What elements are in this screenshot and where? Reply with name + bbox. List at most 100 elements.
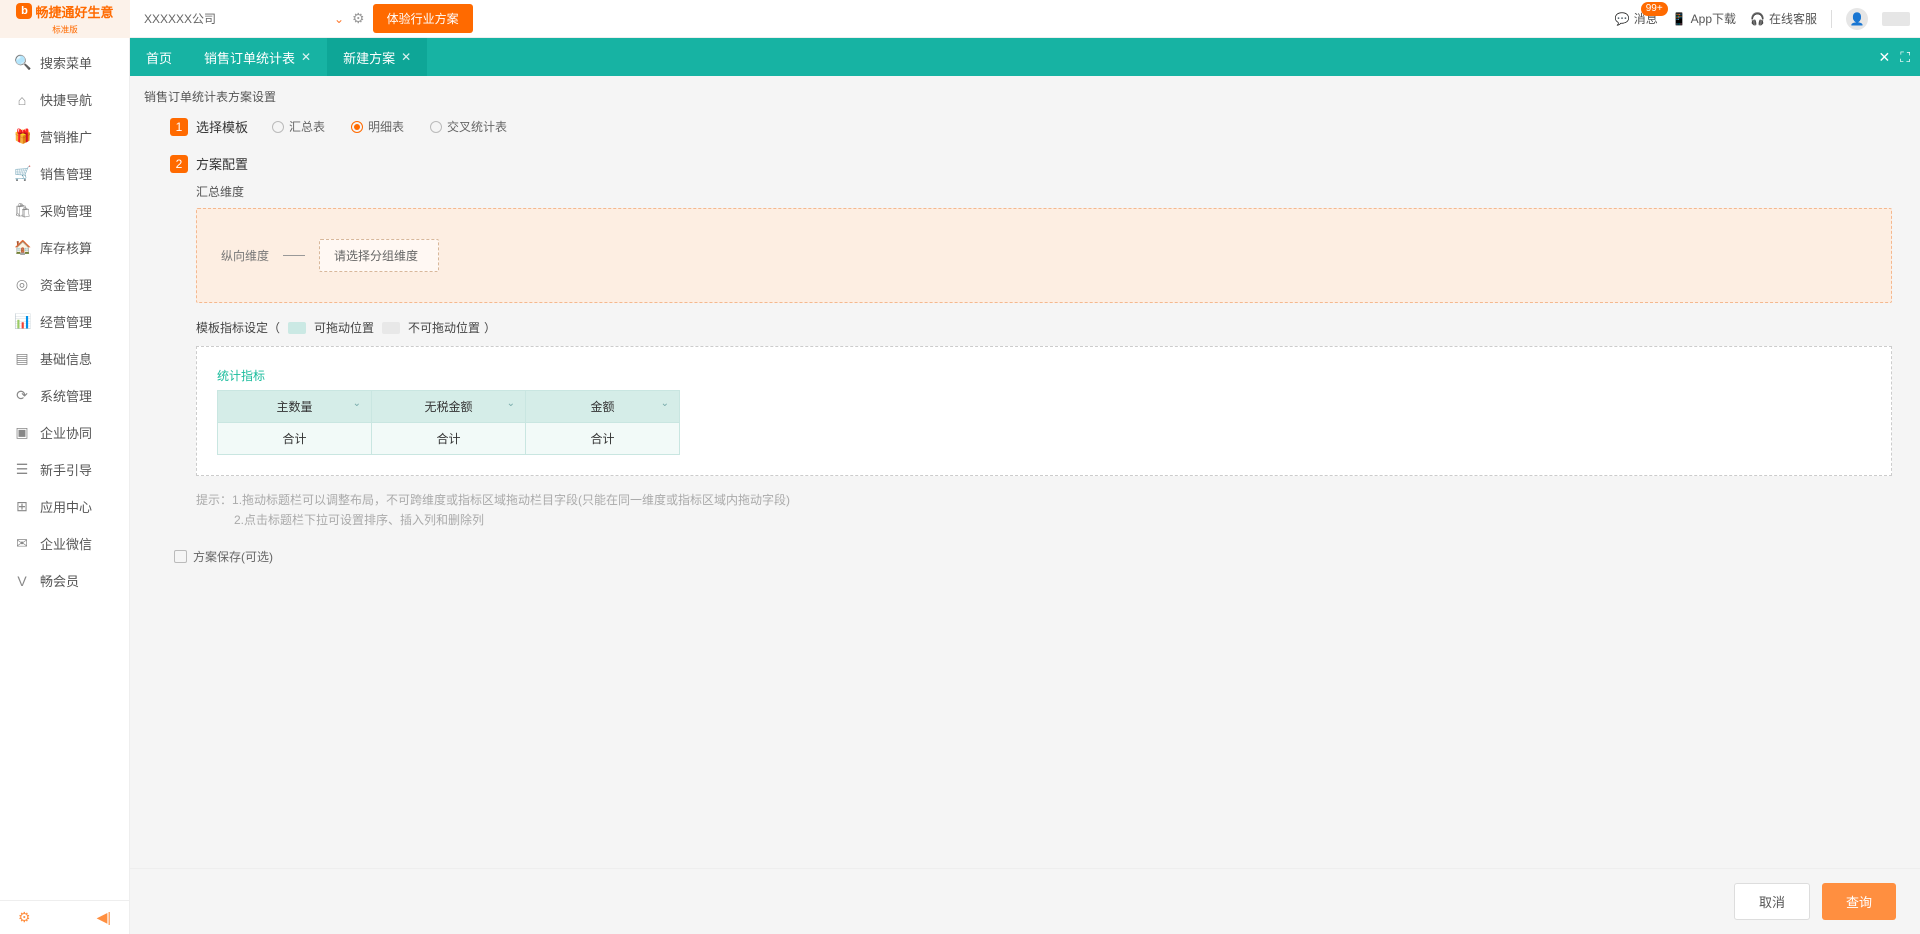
- home-icon: ⌂: [14, 92, 30, 108]
- message-badge: 99+: [1641, 2, 1668, 16]
- metric-header-main-qty[interactable]: 主数量 ⌄: [218, 391, 372, 423]
- app-download-button[interactable]: 📱 App下载: [1672, 10, 1736, 27]
- divider: [1831, 10, 1832, 28]
- tab-label: 首页: [146, 48, 172, 67]
- chevron-down-icon[interactable]: ⌄: [507, 398, 515, 409]
- message-button[interactable]: 💬 消息 99+: [1615, 10, 1658, 27]
- legend-suffix: ）: [484, 319, 496, 336]
- settings-gear-icon[interactable]: ⚙: [352, 10, 365, 27]
- nav-purchase[interactable]: 🛍采购管理: [0, 192, 129, 229]
- metric-header-amount[interactable]: 金额 ⌄: [526, 391, 680, 423]
- metrics-area: 统计指标 主数量 ⌄ 无税金额: [196, 346, 1892, 476]
- headset-icon: 🎧: [1750, 12, 1765, 26]
- step-2-row: 2 方案配置: [170, 154, 1906, 173]
- brand-name: 畅捷通好生意: [35, 2, 113, 21]
- tab-sales-order-report[interactable]: 销售订单统计表 ✕: [188, 38, 327, 76]
- radio-dot-icon: [351, 121, 363, 133]
- wechat-icon: ✉: [14, 535, 30, 552]
- cart-icon: 🛒: [14, 165, 30, 182]
- search-icon: 🔍: [14, 54, 30, 71]
- nav-sales[interactable]: 🛒 销售管理: [0, 155, 129, 192]
- metric-header-label: 主数量: [276, 400, 312, 414]
- tab-home[interactable]: 首页: [130, 38, 188, 76]
- radio-summary[interactable]: 汇总表: [272, 118, 325, 135]
- tab-bar: 首页 销售订单统计表 ✕ 新建方案 ✕ ✕ ⛶: [130, 38, 1920, 76]
- tab-label: 销售订单统计表: [204, 48, 295, 67]
- tab-close-icon[interactable]: ✕: [401, 50, 411, 64]
- online-service-button[interactable]: 🎧 在线客服: [1750, 10, 1817, 27]
- nav-system[interactable]: ⟳系统管理: [0, 377, 129, 414]
- legend-draggable-swatch: [288, 322, 306, 334]
- tips-line-1: 1.拖动标题栏可以调整布局，不可跨维度或指标区域拖动栏目字段(只能在同一维度或指…: [232, 493, 790, 507]
- dimension-dropzone[interactable]: 纵向维度 请选择分组维度: [196, 208, 1892, 303]
- apps-icon: ⊞: [14, 498, 30, 515]
- save-scheme-label: 方案保存(可选): [193, 548, 273, 565]
- nav-label: 畅会员: [40, 571, 79, 590]
- nav-label: 企业微信: [40, 534, 92, 553]
- chevron-down-icon: ⌄: [334, 12, 344, 26]
- nav-label: 基础信息: [40, 349, 92, 368]
- nav-newbie[interactable]: ☰新手引导: [0, 451, 129, 488]
- tab-new-scheme[interactable]: 新建方案 ✕: [327, 38, 427, 76]
- nav-funds[interactable]: ◎资金管理: [0, 266, 129, 303]
- fullscreen-icon[interactable]: ⛶: [1900, 49, 1910, 66]
- template-radio-group: 汇总表 明细表 交叉统计表: [272, 118, 507, 135]
- tabs-close-all-icon[interactable]: ✕: [1878, 49, 1890, 66]
- nav-label: 搜索菜单: [40, 53, 92, 72]
- chevron-down-icon[interactable]: ⌄: [661, 398, 669, 409]
- radio-dot-icon: [430, 121, 442, 133]
- company-selector[interactable]: XXXXXX公司 ⌄: [144, 10, 344, 27]
- nav-search-menu[interactable]: 🔍 搜索菜单: [0, 44, 129, 81]
- vertical-dimension-label: 纵向维度: [221, 247, 269, 264]
- step-2-badge: 2: [170, 155, 188, 173]
- top-header: b 畅捷通好生意 标准版 XXXXXX公司 ⌄ ⚙ 体验行业方案 💬 消息 99…: [0, 0, 1920, 38]
- legend-not-draggable-label: 不可拖动位置: [408, 319, 480, 336]
- nav-label: 企业协同: [40, 423, 92, 442]
- tips-line-2: 2.点击标题栏下拉可设置排序、插入列和删除列: [196, 513, 484, 527]
- query-button[interactable]: 查询: [1822, 883, 1896, 920]
- tips-block: 提示：1.拖动标题栏可以调整布局，不可跨维度或指标区域拖动栏目字段(只能在同一维…: [196, 490, 1892, 530]
- tab-close-icon[interactable]: ✕: [301, 50, 311, 64]
- step-2-label: 方案配置: [196, 154, 248, 173]
- nav-wework[interactable]: ✉ 企业微信: [0, 525, 129, 562]
- metrics-table: 主数量 ⌄ 无税金额 ⌄ 金额: [217, 390, 680, 455]
- brand-logo: b 畅捷通好生意 标准版: [0, 0, 130, 38]
- app-download-label: App下载: [1691, 10, 1736, 27]
- nav-basic-info[interactable]: ▤ 基础信息: [0, 340, 129, 377]
- step-1-row: 1 选择模板 汇总表 明细表: [170, 117, 1906, 136]
- nav-marketing[interactable]: 🎁营销推广: [0, 118, 129, 155]
- house-icon: 🏠: [14, 239, 30, 256]
- cancel-button[interactable]: 取消: [1734, 883, 1810, 920]
- user-avatar[interactable]: 👤: [1846, 8, 1868, 30]
- metric-header-no-tax-amount[interactable]: 无税金额 ⌄: [372, 391, 526, 423]
- footer-actions: 取消 查询: [130, 868, 1920, 934]
- tips-prefix: 提示：: [196, 493, 232, 507]
- save-scheme-checkbox[interactable]: [174, 550, 187, 563]
- nav-business[interactable]: 📊经营管理: [0, 303, 129, 340]
- save-scheme-row[interactable]: 方案保存(可选): [174, 548, 1906, 565]
- dimension-placeholder-slot[interactable]: 请选择分组维度: [319, 239, 439, 272]
- doc-icon: ▤: [14, 350, 30, 367]
- sidebar-settings-icon[interactable]: ⚙: [18, 909, 31, 926]
- nav-inventory[interactable]: 🏠库存核算: [0, 229, 129, 266]
- experience-button[interactable]: 体验行业方案: [373, 4, 473, 33]
- brand-icon: b: [16, 3, 32, 19]
- nav-label: 销售管理: [40, 164, 92, 183]
- nav-apps[interactable]: ⊞应用中心: [0, 488, 129, 525]
- metric-footer-cell: 合计: [526, 423, 680, 455]
- radio-detail[interactable]: 明细表: [351, 118, 404, 135]
- metric-header-label: 无税金额: [424, 400, 472, 414]
- nav-vip[interactable]: V 畅会员: [0, 562, 129, 599]
- gear-icon: ⟳: [14, 387, 30, 404]
- vip-icon: V: [14, 573, 30, 589]
- sidebar-collapse-icon[interactable]: ◀|: [97, 909, 111, 926]
- nav-quick[interactable]: ⌂快捷导航: [0, 81, 129, 118]
- nav-enterprise[interactable]: ▣企业协同: [0, 414, 129, 451]
- chevron-down-icon[interactable]: ⌄: [353, 398, 361, 409]
- online-service-label: 在线客服: [1769, 10, 1817, 27]
- radio-cross[interactable]: 交叉统计表: [430, 118, 507, 135]
- phone-icon: 📱: [1672, 12, 1687, 26]
- radio-label: 汇总表: [289, 118, 325, 135]
- nav-list: 🔍 搜索菜单 ⌂快捷导航 🎁营销推广 🛒 销售管理 🛍采购管理 🏠库存核算 ◎资金管…: [0, 38, 129, 900]
- guide-icon: ☰: [14, 461, 30, 478]
